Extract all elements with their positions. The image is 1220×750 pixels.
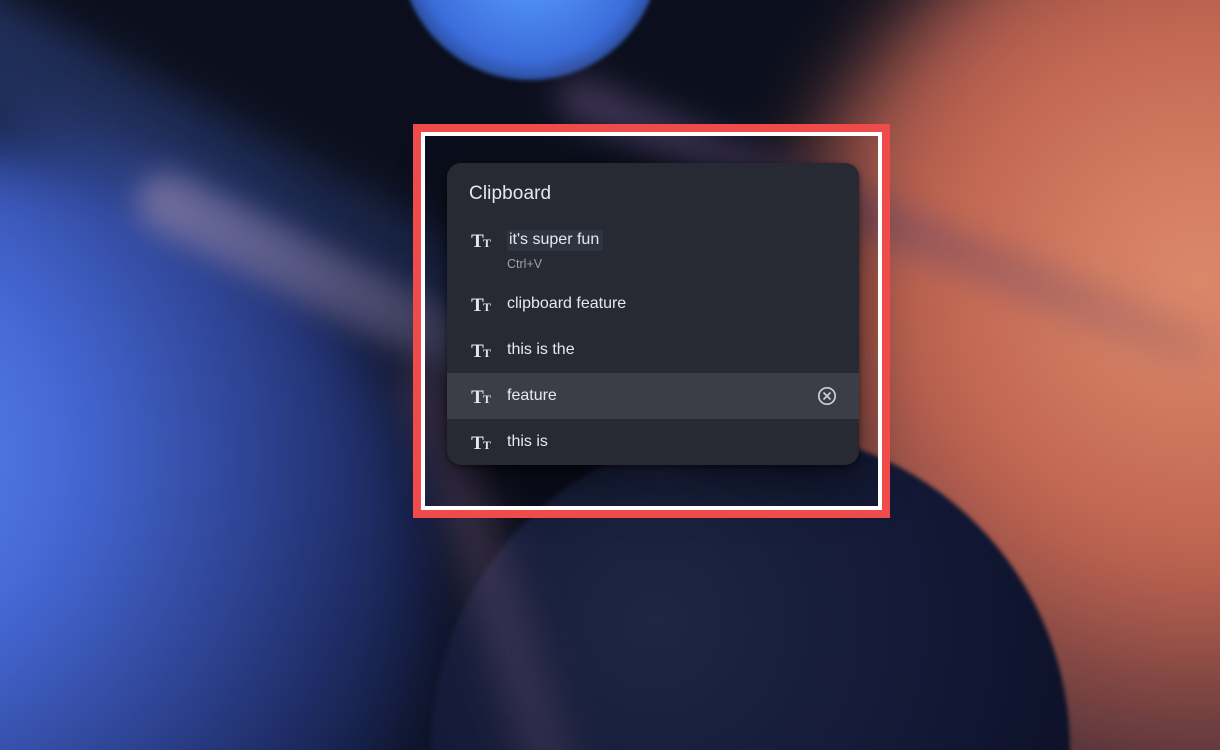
clipboard-item-shortcut: Ctrl+V xyxy=(507,257,839,271)
panel-title: Clipboard xyxy=(447,163,859,219)
text-type-icon: TT xyxy=(467,232,495,251)
clipboard-item-text: it's super fun xyxy=(507,230,603,251)
text-type-icon: TT xyxy=(467,342,495,361)
clipboard-item-text: this is xyxy=(507,432,839,452)
clipboard-item[interactable]: TT this is the xyxy=(447,327,859,373)
text-type-icon: TT xyxy=(467,434,495,453)
text-type-icon: TT xyxy=(467,296,495,315)
text-type-icon: TT xyxy=(467,388,495,407)
clipboard-item[interactable]: TT this is xyxy=(447,419,859,465)
clipboard-item-text: feature xyxy=(507,386,805,406)
clipboard-item[interactable]: TT clipboard feature xyxy=(447,281,859,327)
close-circle-icon xyxy=(817,386,837,406)
clipboard-item-text: clipboard feature xyxy=(507,294,839,314)
clipboard-item[interactable]: TT feature xyxy=(447,373,859,419)
clipboard-panel: Clipboard TT it's super fun Ctrl+V TT cl… xyxy=(447,163,859,465)
clipboard-item-text: this is the xyxy=(507,340,839,360)
delete-item-button[interactable] xyxy=(815,384,839,408)
clipboard-item[interactable]: TT it's super fun Ctrl+V xyxy=(447,219,859,281)
